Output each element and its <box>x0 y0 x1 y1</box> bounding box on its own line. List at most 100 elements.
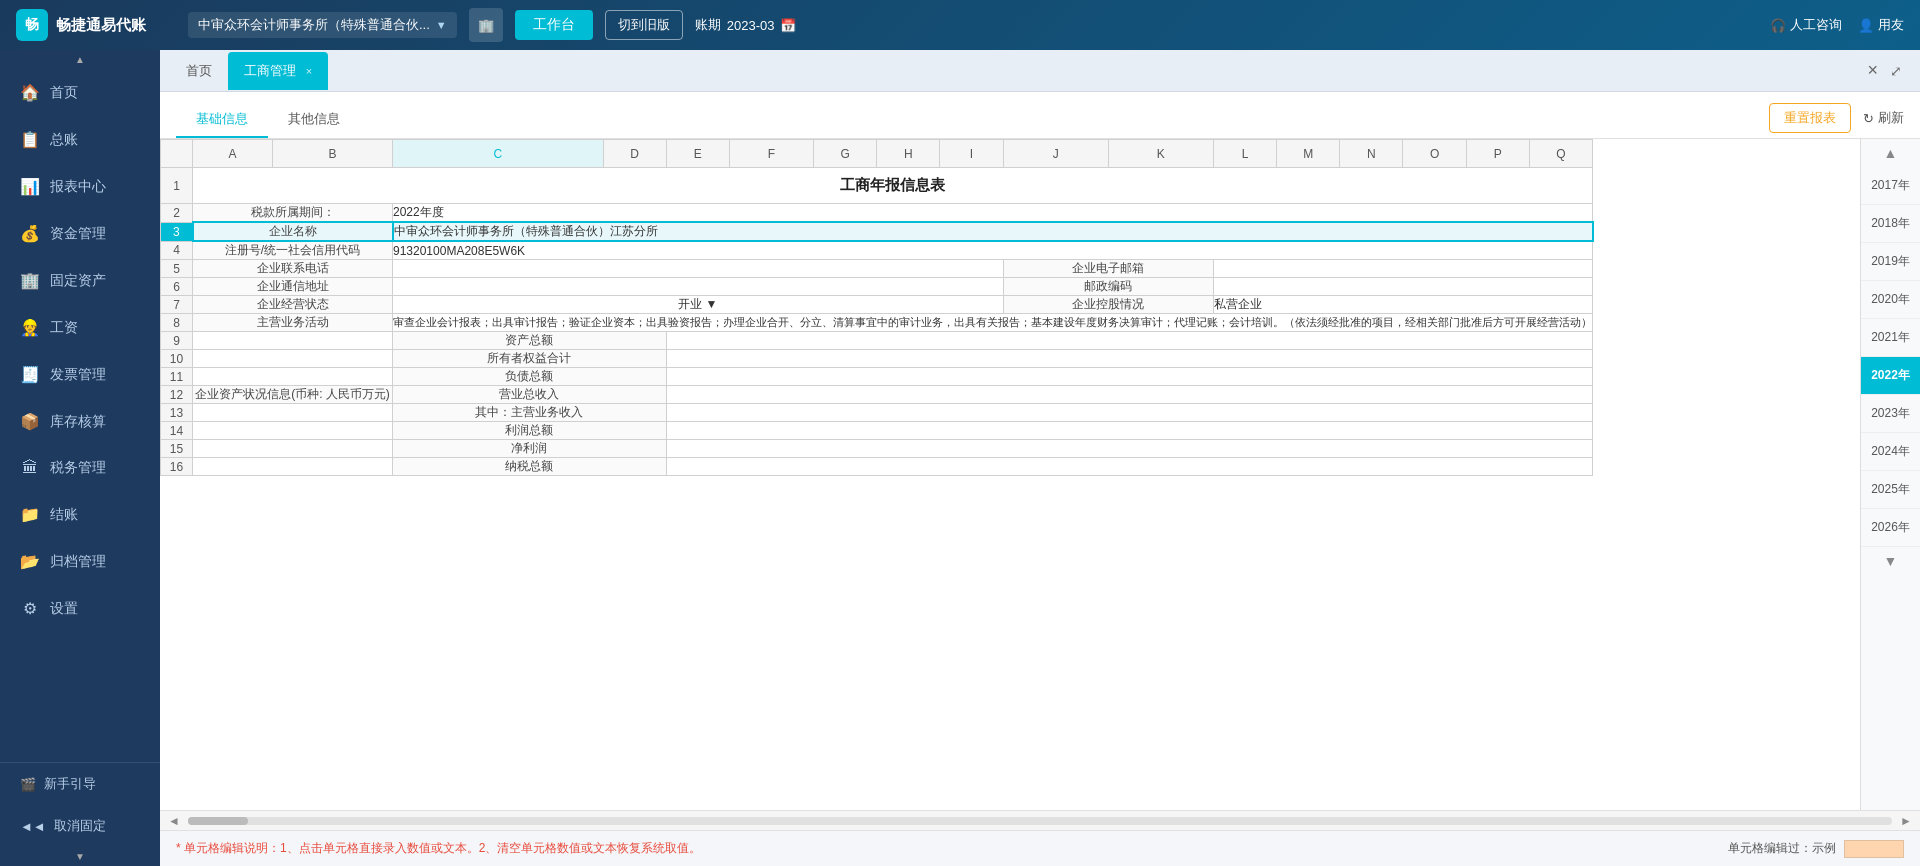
scroll-thumb[interactable] <box>188 817 248 825</box>
year-item-2020[interactable]: 2020年 <box>1861 281 1920 319</box>
sidebar-item-inventory[interactable]: 📦 库存核算 <box>0 398 160 445</box>
horizontal-scrollbar[interactable]: ◄ ► <box>160 810 1920 830</box>
old-version-button[interactable]: 切到旧版 <box>605 10 683 40</box>
user-menu[interactable]: 👤 用友 <box>1858 16 1904 34</box>
company-selector[interactable]: 中审众环会计师事务所（特殊普通合伙... ▼ <box>188 12 457 38</box>
col-header-b[interactable]: B <box>273 140 393 168</box>
sidebar-scroll-up[interactable]: ▲ <box>0 50 160 69</box>
col-header-n[interactable]: N <box>1340 140 1403 168</box>
sidebar-scroll-down[interactable]: ▼ <box>0 847 160 866</box>
year-item-2019[interactable]: 2019年 <box>1861 243 1920 281</box>
cell-title[interactable]: 工商年报信息表 <box>193 168 1593 204</box>
window-close-icon[interactable]: × <box>1867 60 1878 81</box>
customer-service-btn[interactable]: 🎧 人工咨询 <box>1770 16 1842 34</box>
sub-tab-basic[interactable]: 基础信息 <box>176 102 268 138</box>
sidebar-item-funds[interactable]: 💰 资金管理 <box>0 210 160 257</box>
col-header-k[interactable]: K <box>1108 140 1213 168</box>
col-header-e[interactable]: E <box>666 140 729 168</box>
cell-liab-group <box>193 368 393 386</box>
cell-email-label: 企业电子邮箱 <box>1003 260 1214 278</box>
sidebar-item-home[interactable]: 🏠 首页 <box>0 69 160 116</box>
row-num-4: 4 <box>161 241 193 260</box>
col-header-g[interactable]: G <box>814 140 877 168</box>
year-item-2026[interactable]: 2026年 <box>1861 509 1920 547</box>
tab-industry-management[interactable]: 工商管理 × <box>228 52 328 90</box>
cell-revenue-value[interactable] <box>666 386 1592 404</box>
cell-regcode-value[interactable]: 91320100MA208E5W6K <box>393 241 1593 260</box>
sidebar-item-guide[interactable]: 🎬 新手引导 <box>0 763 160 805</box>
scroll-right-arrow[interactable]: ► <box>1896 814 1916 828</box>
table-row: 7 企业经营状态 开业 ▼ 企业控股情况 私营企业 <box>161 296 1593 314</box>
sidebar-item-assets[interactable]: 🏢 固定资产 <box>0 257 160 304</box>
cell-profit-group <box>193 422 393 440</box>
sidebar-item-unpin[interactable]: ◄◄ 取消固定 <box>0 805 160 847</box>
year-item-2017[interactable]: 2017年 <box>1861 167 1920 205</box>
col-header-o[interactable]: O <box>1403 140 1466 168</box>
reset-report-button[interactable]: 重置报表 <box>1769 103 1851 133</box>
col-header-i[interactable]: I <box>940 140 1003 168</box>
status-note: * 单元格编辑说明：1、点击单元格直接录入数值或文本。2、清空单元格数值或文本恢… <box>176 840 701 857</box>
scroll-track[interactable] <box>188 817 1892 825</box>
cell-finance-group-label: 企业资产状况信息(币种: 人民币万元) <box>193 386 393 404</box>
cell-total-assets-value[interactable] <box>666 332 1592 350</box>
cell-main-rev-value[interactable] <box>666 404 1592 422</box>
sidebar-item-reports[interactable]: 📊 报表中心 <box>0 163 160 210</box>
service-label: 人工咨询 <box>1790 16 1842 34</box>
cell-company-value[interactable]: 中审众环会计师事务所（特殊普通合伙）江苏分所 <box>393 222 1593 241</box>
cell-main-rev-group <box>193 404 393 422</box>
sidebar-item-tax[interactable]: 🏛 税务管理 <box>0 445 160 491</box>
tab-close-icon[interactable]: × <box>306 65 312 77</box>
year-scroll-down[interactable]: ▼ <box>1884 547 1898 575</box>
cell-tax-group <box>193 458 393 476</box>
sidebar-item-invoice[interactable]: 🧾 发票管理 <box>0 351 160 398</box>
cell-period-value[interactable]: 2022年度 <box>393 204 1593 223</box>
company-icon-btn[interactable]: 🏢 <box>469 8 503 42</box>
inventory-icon: 📦 <box>20 412 40 431</box>
col-header-j[interactable]: J <box>1003 140 1108 168</box>
year-scroll-up[interactable]: ▲ <box>1884 139 1898 167</box>
header-right: 🎧 人工咨询 👤 用友 <box>1770 16 1904 34</box>
cell-status-value[interactable]: 开业 ▼ <box>393 296 1004 314</box>
cell-equity-value[interactable] <box>666 350 1592 368</box>
year-item-2023[interactable]: 2023年 <box>1861 395 1920 433</box>
year-item-2022[interactable]: 2022年 <box>1861 357 1920 395</box>
col-header-p[interactable]: P <box>1466 140 1529 168</box>
sidebar-item-archive[interactable]: 📂 归档管理 <box>0 538 160 585</box>
year-item-2025[interactable]: 2025年 <box>1861 471 1920 509</box>
col-header-f[interactable]: F <box>729 140 813 168</box>
window-expand-icon[interactable]: ⤢ <box>1890 63 1902 79</box>
calendar-icon[interactable]: 📅 <box>780 18 796 33</box>
cell-revenue-label: 营业总收入 <box>393 386 667 404</box>
cell-net-profit-value[interactable] <box>666 440 1592 458</box>
year-item-2018[interactable]: 2018年 <box>1861 205 1920 243</box>
col-header-d[interactable]: D <box>603 140 666 168</box>
col-header-c[interactable]: C <box>393 140 604 168</box>
col-header-l[interactable]: L <box>1214 140 1277 168</box>
building-icon: 🏢 <box>478 18 494 33</box>
cell-control-value[interactable]: 私营企业 <box>1214 296 1593 314</box>
spreadsheet-container[interactable]: A B C D E F G H I J K L <box>160 139 1860 810</box>
cell-email-value[interactable] <box>1214 260 1593 278</box>
col-header-a[interactable]: A <box>193 140 273 168</box>
cell-address-value[interactable] <box>393 278 1004 296</box>
cell-phone-value[interactable] <box>393 260 1004 278</box>
refresh-button[interactable]: ↻ 刷新 <box>1863 109 1904 127</box>
sidebar-item-salary[interactable]: 👷 工资 <box>0 304 160 351</box>
workbench-button[interactable]: 工作台 <box>515 10 593 40</box>
cell-profit-value[interactable] <box>666 422 1592 440</box>
cell-business-value[interactable]: 审查企业会计报表；出具审计报告；验证企业资本；出具验资报告；办理企业合开、分立、… <box>393 314 1593 332</box>
sub-tab-other[interactable]: 其他信息 <box>268 102 360 138</box>
year-item-2024[interactable]: 2024年 <box>1861 433 1920 471</box>
col-header-q[interactable]: Q <box>1529 140 1592 168</box>
cell-liab-value[interactable] <box>666 368 1592 386</box>
col-header-m[interactable]: M <box>1277 140 1340 168</box>
cell-zipcode-value[interactable] <box>1214 278 1593 296</box>
year-item-2021[interactable]: 2021年 <box>1861 319 1920 357</box>
col-header-h[interactable]: H <box>877 140 940 168</box>
tab-home[interactable]: 首页 <box>170 52 228 90</box>
scroll-left-arrow[interactable]: ◄ <box>164 814 184 828</box>
cell-tax-value[interactable] <box>666 458 1592 476</box>
sidebar-item-ledger[interactable]: 📋 总账 <box>0 116 160 163</box>
sidebar-item-settings[interactable]: ⚙ 设置 <box>0 585 160 632</box>
sidebar-item-close[interactable]: 📁 结账 <box>0 491 160 538</box>
